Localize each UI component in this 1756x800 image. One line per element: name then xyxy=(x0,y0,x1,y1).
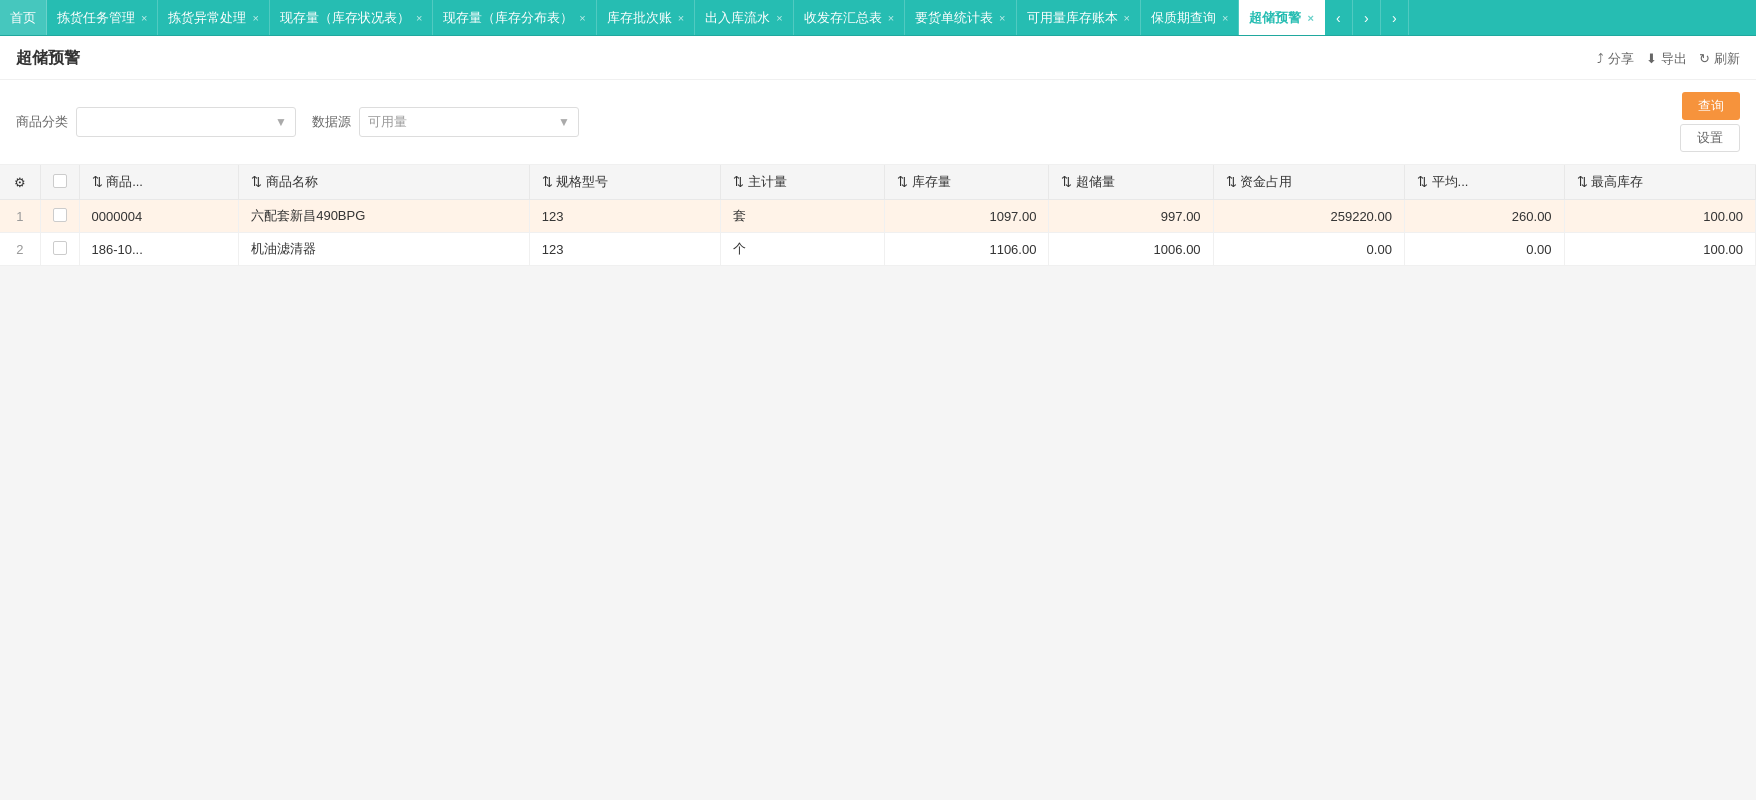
row-product-code: 186-10... xyxy=(79,233,239,266)
row-stock: 1106.00 xyxy=(885,233,1049,266)
nav-item-batch[interactable]: 库存批次账 × xyxy=(597,0,695,36)
nav-close-expiry[interactable]: × xyxy=(1222,12,1228,24)
th-avg[interactable]: ⇅ 平均... xyxy=(1404,165,1564,200)
row-index: 2 xyxy=(0,233,40,266)
category-label: 商品分类 xyxy=(16,113,68,131)
nav-close-batch[interactable]: × xyxy=(678,12,684,24)
row-check[interactable] xyxy=(40,200,79,233)
page-header: 超储预警 ⤴ 分享 ⬇ 导出 ↻ 刷新 xyxy=(0,36,1756,80)
export-icon: ⬇ xyxy=(1646,51,1657,66)
header-checkbox[interactable] xyxy=(53,174,67,188)
row-capital: 0.00 xyxy=(1213,233,1404,266)
th-spec[interactable]: ⇅ 规格型号 xyxy=(529,165,720,200)
th-max-stock[interactable]: ⇅ 最高库存 xyxy=(1564,165,1755,200)
data-table: ⚙ ⇅ 商品... ⇅ 商品名称 ⇅ 规格型号 xyxy=(0,165,1756,266)
nav-item-flow[interactable]: 出入库流水 × xyxy=(695,0,793,36)
share-button[interactable]: ⤴ 分享 xyxy=(1597,50,1634,68)
nav-item-task[interactable]: 拣货任务管理 × xyxy=(47,0,158,36)
table-header-row: ⚙ ⇅ 商品... ⇅ 商品名称 ⇅ 规格型号 xyxy=(0,165,1756,200)
row-max-stock: 100.00 xyxy=(1564,200,1755,233)
row-avg: 260.00 xyxy=(1404,200,1564,233)
filter-datasource: 数据源 可用量 ▼ xyxy=(312,107,579,137)
datasource-select[interactable]: 可用量 ▼ xyxy=(359,107,579,137)
nav-close-available[interactable]: × xyxy=(1124,12,1130,24)
row-checkbox[interactable] xyxy=(53,241,67,255)
row-product-name: 机油滤清器 xyxy=(239,233,530,266)
table-body: 1 0000004 六配套新昌490BPG 123 套 1097.00 997.… xyxy=(0,200,1756,266)
row-overstock: 997.00 xyxy=(1049,200,1213,233)
refresh-button[interactable]: ↻ 刷新 xyxy=(1699,50,1740,68)
filter-category: 商品分类 ▼ xyxy=(16,107,296,137)
row-max-stock: 100.00 xyxy=(1564,233,1755,266)
th-gear[interactable]: ⚙ xyxy=(0,165,40,200)
refresh-icon: ↻ xyxy=(1699,51,1710,66)
nav-item-home[interactable]: 首页 xyxy=(0,0,47,36)
nav-item-exception[interactable]: 拣货异常处理 × xyxy=(158,0,269,36)
row-spec: 123 xyxy=(529,200,720,233)
row-capital: 259220.00 xyxy=(1213,200,1404,233)
row-spec: 123 xyxy=(529,233,720,266)
row-checkbox[interactable] xyxy=(53,208,67,222)
row-index: 1 xyxy=(0,200,40,233)
nav-prev-arrow[interactable]: ‹ xyxy=(1325,0,1353,36)
nav-item-summary[interactable]: 收发存汇总表 × xyxy=(794,0,905,36)
row-overstock: 1006.00 xyxy=(1049,233,1213,266)
row-product-code: 0000004 xyxy=(79,200,239,233)
table-row: 2 186-10... 机油滤清器 123 个 1106.00 1006.00 … xyxy=(0,233,1756,266)
th-overstock[interactable]: ⇅ 超储量 xyxy=(1049,165,1213,200)
nav-item-available[interactable]: 可用量库存账本 × xyxy=(1017,0,1141,36)
th-unit[interactable]: ⇅ 主计量 xyxy=(721,165,885,200)
row-stock: 1097.00 xyxy=(885,200,1049,233)
query-button[interactable]: 查询 xyxy=(1682,92,1740,120)
th-product-code[interactable]: ⇅ 商品... xyxy=(79,165,239,200)
table-row: 1 0000004 六配套新昌490BPG 123 套 1097.00 997.… xyxy=(0,200,1756,233)
nav-item-purchase-stat[interactable]: 要货单统计表 × xyxy=(905,0,1016,36)
nav-next-arrow[interactable]: › xyxy=(1353,0,1381,36)
datasource-value: 可用量 xyxy=(368,113,407,131)
category-select-arrow: ▼ xyxy=(275,115,287,129)
nav-close-flow[interactable]: × xyxy=(776,12,782,24)
settings-button[interactable]: 设置 xyxy=(1680,124,1740,152)
table-container: ⚙ ⇅ 商品... ⇅ 商品名称 ⇅ 规格型号 xyxy=(0,165,1756,266)
header-actions: ⤴ 分享 ⬇ 导出 ↻ 刷新 xyxy=(1597,50,1740,68)
main-content: 超储预警 ⤴ 分享 ⬇ 导出 ↻ 刷新 商品分类 ▼ 数据源 xyxy=(0,36,1756,266)
nav-item-overstock[interactable]: 超储预警 × xyxy=(1239,0,1324,36)
th-product-name[interactable]: ⇅ 商品名称 xyxy=(239,165,530,200)
datasource-label: 数据源 xyxy=(312,113,351,131)
row-check[interactable] xyxy=(40,233,79,266)
nav-item-stock-dist[interactable]: 现存量（库存分布表） × xyxy=(433,0,596,36)
th-stock[interactable]: ⇅ 库存量 xyxy=(885,165,1049,200)
row-avg: 0.00 xyxy=(1404,233,1564,266)
nav-more-arrow[interactable]: › xyxy=(1381,0,1409,36)
nav-close-purchase-stat[interactable]: × xyxy=(999,12,1005,24)
nav-close-stock-dist[interactable]: × xyxy=(579,12,585,24)
category-select[interactable]: ▼ xyxy=(76,107,296,137)
action-buttons: 查询 设置 xyxy=(1680,92,1740,152)
row-unit: 套 xyxy=(721,200,885,233)
th-capital[interactable]: ⇅ 资金占用 xyxy=(1213,165,1404,200)
share-icon: ⤴ xyxy=(1597,51,1604,66)
th-check xyxy=(40,165,79,200)
page-title: 超储预警 xyxy=(16,48,80,69)
top-nav: 首页 拣货任务管理 × 拣货异常处理 × 现存量（库存状况表） × 现存量（库存… xyxy=(0,0,1756,36)
nav-close-task[interactable]: × xyxy=(141,12,147,24)
row-product-name: 六配套新昌490BPG xyxy=(239,200,530,233)
nav-item-expiry[interactable]: 保质期查询 × xyxy=(1141,0,1239,36)
nav-close-exception[interactable]: × xyxy=(252,12,258,24)
filter-row: 商品分类 ▼ 数据源 可用量 ▼ 查询 设置 xyxy=(0,80,1756,165)
datasource-select-arrow: ▼ xyxy=(558,115,570,129)
nav-item-stock-status[interactable]: 现存量（库存状况表） × xyxy=(270,0,433,36)
nav-close-overstock[interactable]: × xyxy=(1307,12,1313,24)
row-unit: 个 xyxy=(721,233,885,266)
export-button[interactable]: ⬇ 导出 xyxy=(1646,50,1687,68)
nav-close-summary[interactable]: × xyxy=(888,12,894,24)
nav-close-stock-status[interactable]: × xyxy=(416,12,422,24)
